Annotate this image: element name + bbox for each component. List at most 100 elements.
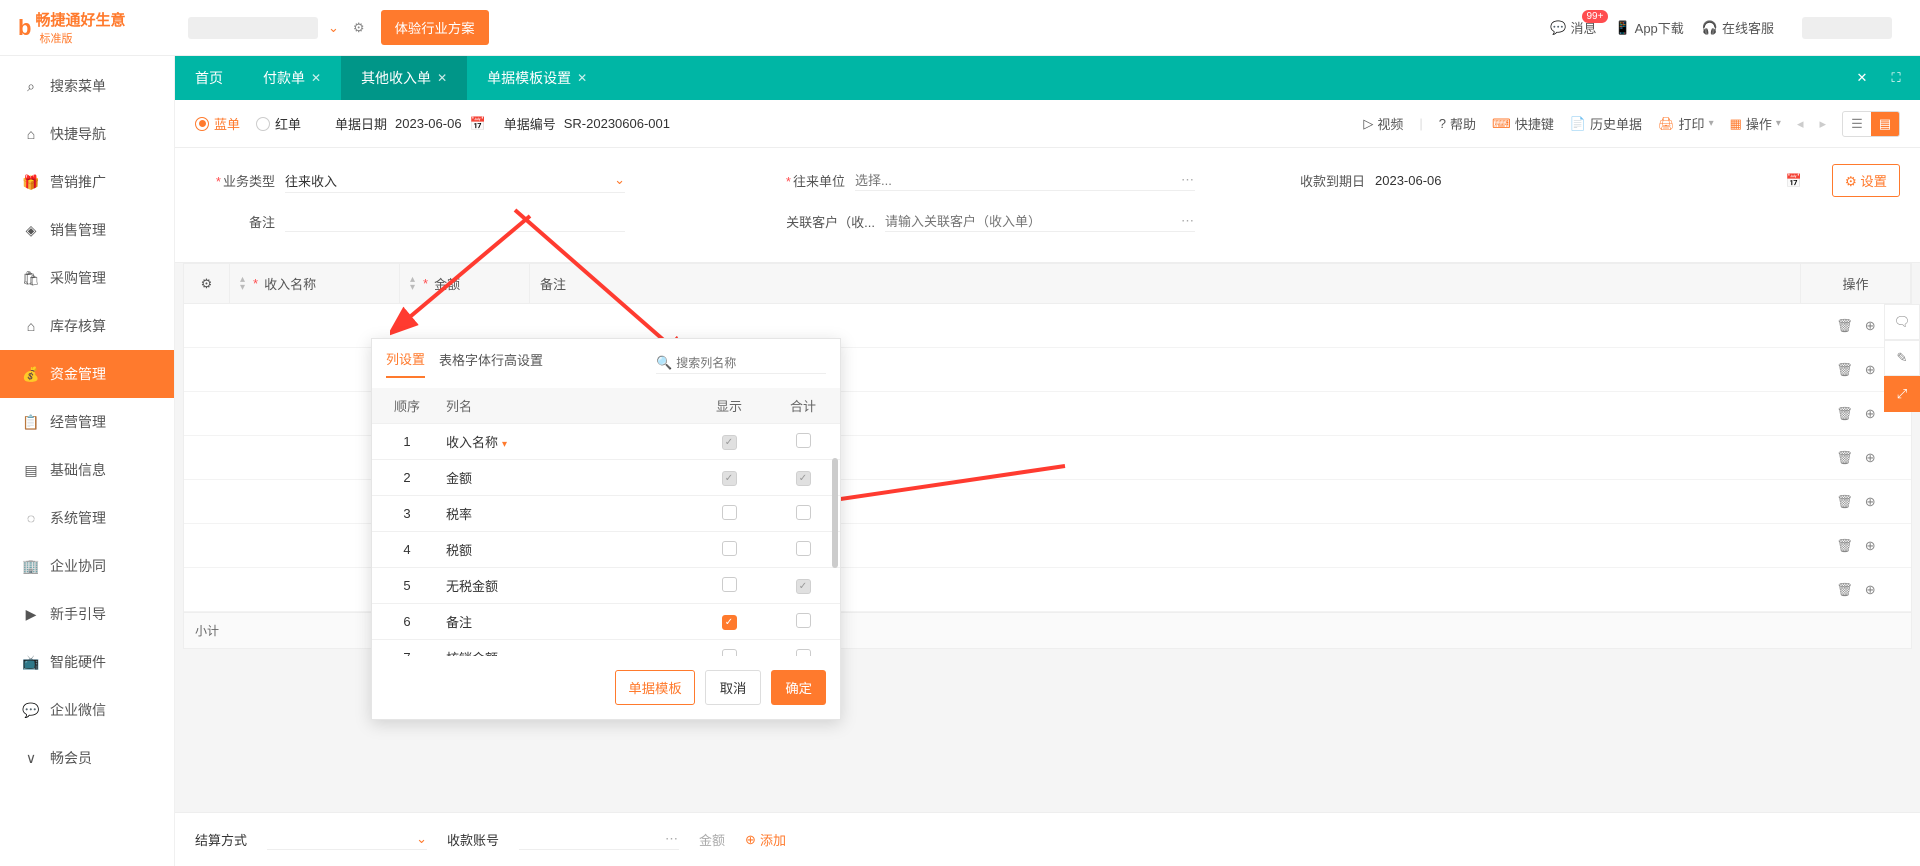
copy-icon[interactable]: ⊕ [1865,406,1876,422]
sidebar-item-13[interactable]: 💬企业微信 [0,686,174,734]
grid-settings-icon[interactable]: ⚙ [184,264,230,303]
copy-icon[interactable]: ⊕ [1865,362,1876,378]
checkbox[interactable] [796,433,811,448]
tab-0[interactable]: 首页 [175,56,243,100]
checkbox[interactable] [796,613,811,628]
popup-search[interactable]: 🔍 [656,353,826,374]
org-selector-mask[interactable] [188,17,318,39]
message-button[interactable]: 💬 消息 99+ [1550,18,1596,37]
app-download-button[interactable]: 📱 App下载 [1614,18,1683,37]
unit-select[interactable]: ⋯ [855,170,1195,191]
sidebar-item-11[interactable]: ▶新手引导 [0,590,174,638]
history-button[interactable]: 📄历史单据 [1570,114,1642,133]
biz-type-select[interactable]: 往来收入 ⌄ [285,169,625,193]
next-icon[interactable]: ▸ [1819,116,1826,132]
add-button[interactable]: ⊕添加 [745,830,786,849]
delete-icon[interactable]: 🗑 [1836,362,1853,378]
delete-icon[interactable]: 🗑 [1836,318,1853,334]
radio-red[interactable]: 红单 [256,114,301,133]
sidebar-item-1[interactable]: ⌂快捷导航 [0,110,174,158]
video-button[interactable]: ▷视频 [1363,114,1403,133]
customer-input[interactable] [885,214,1181,229]
template-button[interactable]: 单据模板 [615,670,694,705]
delete-icon[interactable]: 🗑 [1836,582,1853,598]
close-icon[interactable]: ✕ [311,71,321,85]
float-expand-icon[interactable]: ⤢ [1884,376,1920,412]
delete-icon[interactable]: 🗑 [1836,450,1853,466]
customer-select[interactable]: ⋯ [885,211,1195,232]
close-icon[interactable]: ✕ [437,71,447,85]
cancel-button[interactable]: 取消 [705,670,762,705]
popup-tab-columns[interactable]: 列设置 [386,349,425,378]
checkbox[interactable] [722,435,737,450]
close-icon[interactable]: ✕ [577,71,587,85]
copy-icon[interactable]: ⊕ [1865,582,1876,598]
view-card-icon[interactable]: ▤ [1871,112,1899,136]
calendar-icon[interactable]: 📅 [470,116,486,132]
sidebar-item-12[interactable]: 📺智能硬件 [0,638,174,686]
sidebar-item-9[interactable]: ◌系统管理 [0,494,174,542]
delete-icon[interactable]: 🗑 [1836,538,1853,554]
copy-icon[interactable]: ⊕ [1865,538,1876,554]
delete-icon[interactable]: 🗑 [1836,494,1853,510]
copy-icon[interactable]: ⊕ [1865,450,1876,466]
settings-button[interactable]: ⚙ 设置 [1832,164,1900,197]
checkbox[interactable] [796,541,811,556]
account-select[interactable]: ⋯ [519,829,679,850]
user-mask[interactable] [1802,17,1892,39]
doc-date-value[interactable]: 2023-06-06 [395,116,462,131]
checkbox[interactable] [796,471,811,486]
gear-icon[interactable]: ⚙ [353,20,365,36]
more-icon[interactable]: ⋯ [1181,213,1195,229]
view-list-icon[interactable]: ☰ [1843,112,1871,136]
more-icon[interactable]: ⋯ [1181,172,1195,188]
float-edit-icon[interactable]: ✎ [1884,340,1920,376]
prev-icon[interactable]: ◂ [1797,116,1804,132]
sidebar-item-5[interactable]: ⌂库存核算 [0,302,174,350]
tab-1[interactable]: 付款单✕ [243,56,341,100]
try-industry-button[interactable]: 体验行业方案 [381,10,489,45]
checkbox[interactable] [722,577,737,592]
checkbox[interactable] [722,505,737,520]
sidebar-item-3[interactable]: ◈销售管理 [0,206,174,254]
online-service-button[interactable]: 🎧 在线客服 [1702,18,1774,37]
checkbox[interactable] [722,471,737,486]
sidebar-item-10[interactable]: 🏢企业协同 [0,542,174,590]
tab-expand-icon[interactable]: ⛶ [1880,64,1912,92]
copy-icon[interactable]: ⊕ [1865,494,1876,510]
col-income-name[interactable]: ▴▾ *收入名称 [230,264,400,303]
sidebar-item-2[interactable]: 🎁营销推广 [0,158,174,206]
tab-3[interactable]: 单据模板设置✕ [467,56,607,100]
copy-icon[interactable]: ⊕ [1865,318,1876,334]
popup-scrollbar[interactable] [832,458,838,568]
checkbox[interactable] [796,649,811,657]
print-button[interactable]: 🖨打印▾ [1658,114,1714,133]
sidebar-item-14[interactable]: ∨畅会员 [0,734,174,782]
float-note-icon[interactable]: 🗨 [1884,304,1920,340]
col-amount[interactable]: ▴▾ *金额 [400,264,530,303]
operate-button[interactable]: ▦操作▾ [1730,114,1781,133]
unit-input[interactable] [855,173,1181,188]
sidebar-item-4[interactable]: 🛍采购管理 [0,254,174,302]
shortcut-button[interactable]: ⌨快捷键 [1492,114,1554,133]
org-caret-icon[interactable]: ⌄ [328,20,339,36]
calendar-icon[interactable]: 📅 [1786,173,1802,189]
sidebar-item-7[interactable]: 📋经营管理 [0,398,174,446]
checkbox[interactable] [796,505,811,520]
remark-input[interactable] [285,214,625,229]
popup-tab-font[interactable]: 表格字体行高设置 [439,350,543,377]
popup-search-input[interactable] [676,356,826,370]
checkbox[interactable] [796,579,811,594]
delete-icon[interactable]: 🗑 [1836,406,1853,422]
checkbox[interactable] [722,541,737,556]
more-icon[interactable]: ⋯ [665,831,679,847]
settle-select[interactable]: ⌄ [267,829,427,850]
radio-blue[interactable]: 蓝单 [195,114,240,133]
checkbox[interactable] [722,615,737,630]
help-button[interactable]: ?帮助 [1439,114,1476,133]
tab-close-all-icon[interactable]: ✕ [1846,64,1878,92]
confirm-button[interactable]: 确定 [771,670,826,705]
checkbox[interactable] [722,649,737,657]
sidebar-item-0[interactable]: ⌕搜索菜单 [0,62,174,110]
sidebar-item-6[interactable]: 💰资金管理 [0,350,174,398]
